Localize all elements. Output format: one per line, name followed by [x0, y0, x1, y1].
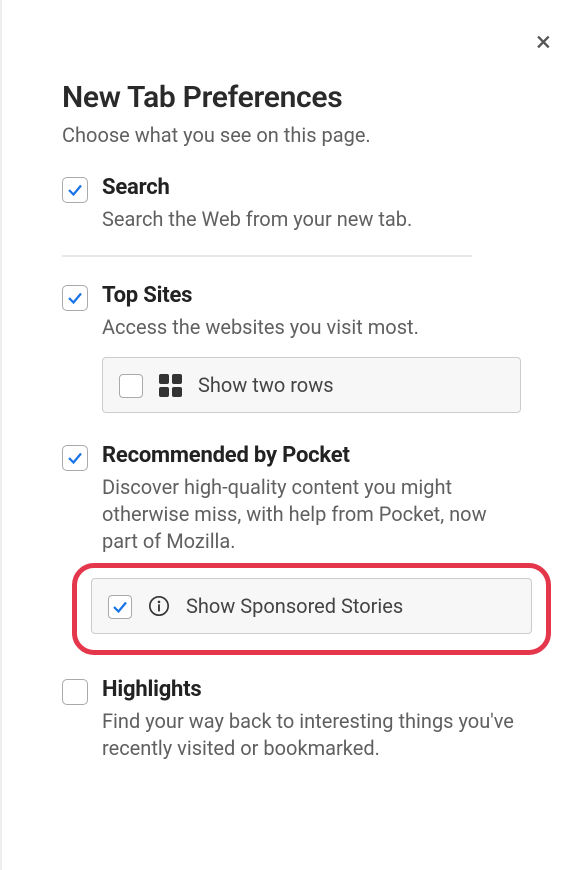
checkbox-sponsored-stories[interactable] — [108, 595, 132, 619]
section-highlights-desc: Find your way back to interesting things… — [102, 708, 521, 762]
checkbox-highlights[interactable] — [62, 679, 88, 705]
sponsored-stories-label: Show Sponsored Stories — [186, 594, 403, 618]
checkmark-icon — [66, 289, 84, 307]
page-subtitle: Choose what you see on this page. — [62, 123, 521, 147]
checkmark-icon — [111, 598, 129, 616]
sub-option-show-two-rows[interactable]: Show two rows — [102, 357, 521, 413]
divider — [62, 255, 472, 257]
section-highlights-label: Highlights — [102, 677, 521, 702]
section-top-sites-desc: Access the websites you visit most. — [102, 314, 521, 341]
checkbox-show-two-rows[interactable] — [119, 374, 143, 398]
section-pocket-desc: Discover high-quality content you might … — [102, 474, 521, 555]
checkbox-top-sites[interactable] — [62, 285, 88, 311]
section-pocket-body: Recommended by Pocket Discover high-qual… — [102, 443, 521, 655]
checkmark-icon — [66, 449, 84, 467]
section-search-label: Search — [102, 175, 521, 200]
section-highlights-body: Highlights Find your way back to interes… — [102, 677, 521, 762]
close-icon[interactable]: × — [536, 28, 551, 56]
new-tab-preferences-panel: × New Tab Preferences Choose what you se… — [0, 0, 581, 870]
section-search-body: Search Search the Web from your new tab. — [102, 175, 521, 233]
checkbox-search[interactable] — [62, 177, 88, 203]
show-two-rows-label: Show two rows — [198, 373, 334, 397]
section-search: Search Search the Web from your new tab. — [62, 175, 521, 233]
info-icon[interactable] — [148, 595, 170, 617]
checkbox-pocket[interactable] — [62, 445, 88, 471]
grid-icon — [159, 374, 182, 397]
section-highlights: Highlights Find your way back to interes… — [62, 677, 521, 762]
section-pocket-label: Recommended by Pocket — [102, 443, 521, 468]
sub-option-sponsored-stories[interactable]: Show Sponsored Stories — [91, 578, 532, 634]
section-top-sites-body: Top Sites Access the websites you visit … — [102, 283, 521, 413]
highlight-annotation: Show Sponsored Stories — [72, 563, 551, 655]
section-pocket: Recommended by Pocket Discover high-qual… — [62, 443, 521, 655]
section-top-sites: Top Sites Access the websites you visit … — [62, 283, 521, 413]
section-search-desc: Search the Web from your new tab. — [102, 206, 521, 233]
section-top-sites-label: Top Sites — [102, 283, 521, 308]
page-title: New Tab Preferences — [62, 80, 521, 115]
checkmark-icon — [66, 181, 84, 199]
